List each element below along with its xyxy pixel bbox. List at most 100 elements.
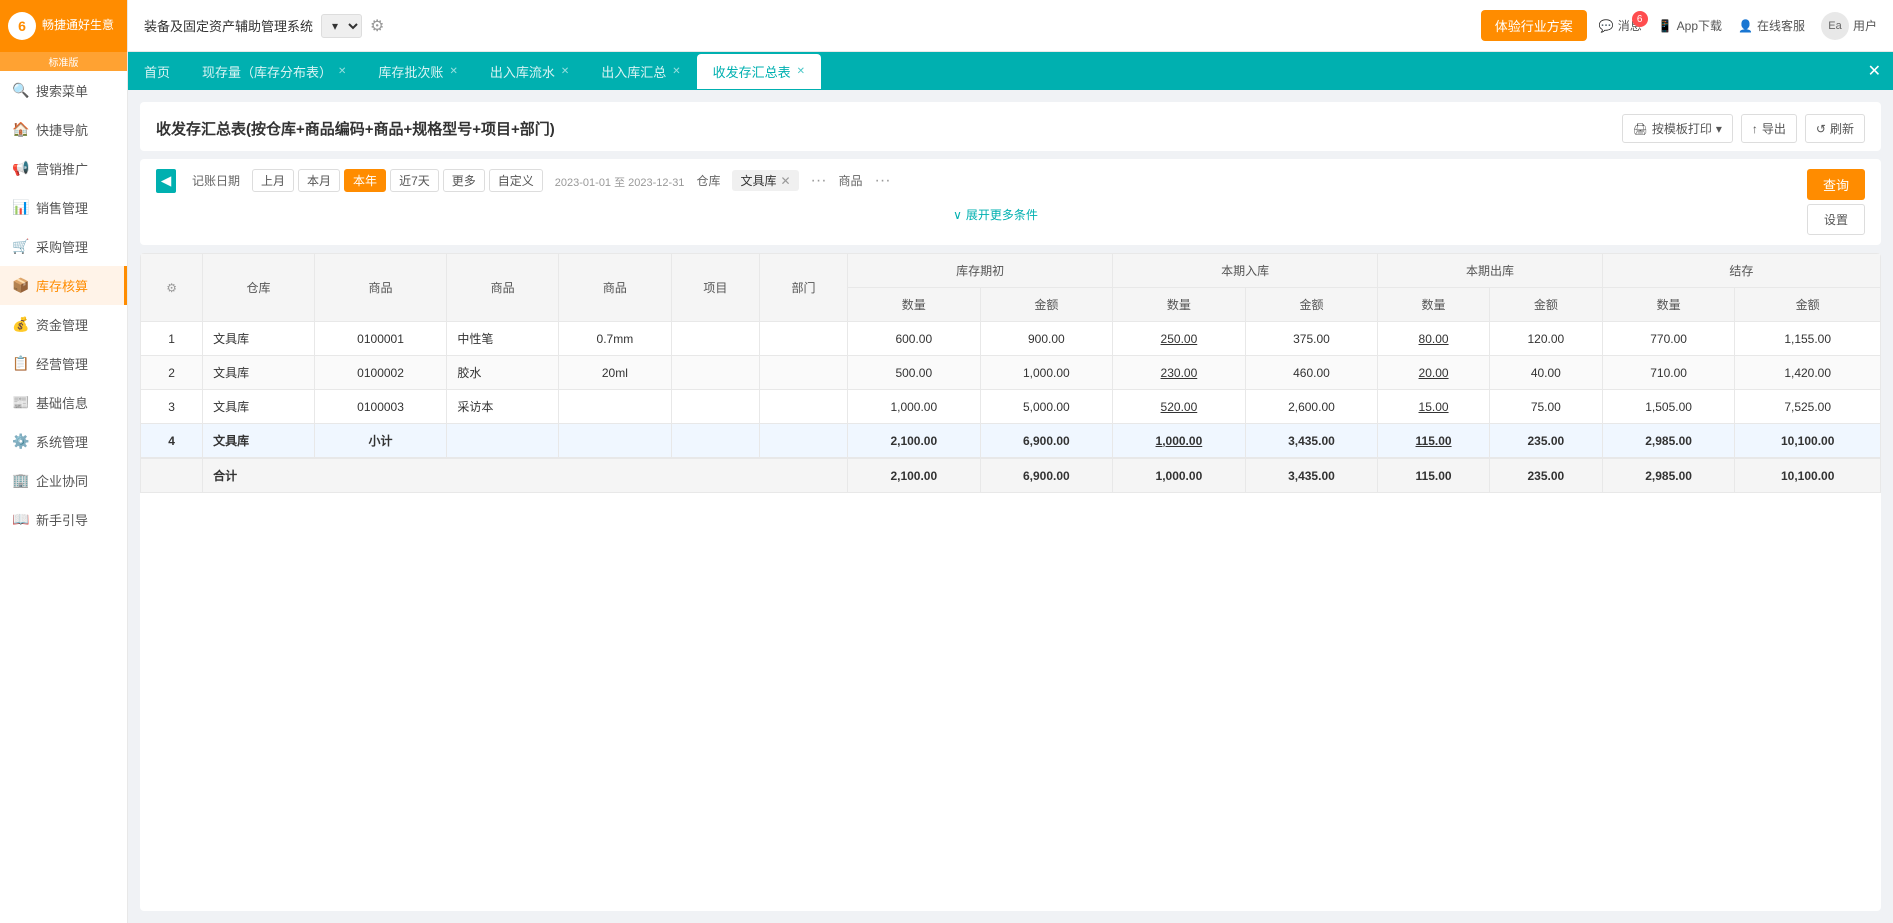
phone-icon: 📱 (1658, 19, 1673, 33)
page-header-area: 收发存汇总表(按仓库+商品编码+商品+规格型号+项目+部门) 🖨 按模板打印 ▾… (140, 102, 1881, 151)
row2-closing-qty: 710.00 (1602, 356, 1735, 390)
warehouse-filter-label: 仓库 (696, 172, 720, 189)
user-action[interactable]: Ea 用户 (1821, 12, 1877, 40)
subtotal-closing-amt: 10,100.00 (1735, 424, 1881, 459)
tab-inout-flow[interactable]: 出入库流水 ✕ (474, 54, 585, 89)
tabs-close-all[interactable]: ✕ (1856, 61, 1893, 81)
query-button[interactable]: 查询 (1807, 169, 1865, 200)
tab-inout-summary[interactable]: 出入库汇总 ✕ (585, 54, 696, 89)
online-service-action[interactable]: 👤 在线客服 (1738, 17, 1805, 34)
subtotal-in-qty-link[interactable]: 1,000.00 (1156, 434, 1203, 448)
row1-no: 1 (141, 322, 203, 356)
date-btn-more[interactable]: 更多 (443, 169, 485, 192)
sidebar-item-search[interactable]: 🔍 搜索菜单 (0, 71, 127, 110)
tab-inout-flow-close[interactable]: ✕ (561, 66, 569, 77)
system-title-area: 装备及固定资产辅助管理系统 ▾ ⚙ (144, 14, 1469, 38)
sidebar-item-basic[interactable]: 📰 基础信息 (0, 383, 127, 422)
export-button[interactable]: ↑ 导出 (1741, 114, 1797, 143)
row1-opening-qty: 600.00 (848, 322, 981, 356)
row1-out-qty[interactable]: 80.00 (1378, 322, 1490, 356)
sales-icon: 📊 (12, 199, 30, 216)
filter-collapse-button[interactable]: ◀ (156, 169, 176, 193)
home-icon: 🏠 (12, 121, 30, 138)
online-service-label: 在线客服 (1757, 17, 1805, 34)
date-range-text: 2023-01-01 至 2023-12-31 (555, 174, 685, 190)
warehouse-filter-more[interactable]: ··· (811, 172, 827, 190)
print-button[interactable]: 🖨 按模板打印 ▾ (1622, 114, 1733, 143)
row3-in-qty[interactable]: 520.00 (1113, 390, 1246, 424)
subtotal-in-qty[interactable]: 1,000.00 (1113, 424, 1246, 459)
sidebar-label-operations: 经营管理 (36, 354, 88, 373)
row3-in-qty-link[interactable]: 520.00 (1161, 400, 1198, 414)
row1-out-qty-link[interactable]: 80.00 (1419, 332, 1449, 346)
messages-action[interactable]: 💬 消息 6 (1599, 17, 1642, 34)
sidebar-item-quick-nav[interactable]: 🏠 快捷导航 (0, 110, 127, 149)
goods-filter-more[interactable]: ··· (875, 172, 891, 190)
sidebar-item-sales[interactable]: 📊 销售管理 (0, 188, 127, 227)
subtotal-empty4 (759, 424, 847, 459)
subtotal-out-qty[interactable]: 115.00 (1378, 424, 1490, 459)
settings-button[interactable]: 设置 (1807, 204, 1865, 235)
sidebar-label-finance: 资金管理 (36, 315, 88, 334)
row2-in-qty[interactable]: 230.00 (1113, 356, 1246, 390)
col-out-qty-header: 数量 (1378, 288, 1490, 322)
purchase-icon: 🛒 (12, 238, 30, 255)
subtotal-empty2 (558, 424, 671, 459)
row1-out-amt: 120.00 (1489, 322, 1602, 356)
row1-in-qty-link[interactable]: 250.00 (1161, 332, 1198, 346)
sidebar-item-system[interactable]: ⚙️ 系统管理 (0, 422, 127, 461)
row2-out-qty[interactable]: 20.00 (1378, 356, 1490, 390)
sidebar-label-system: 系统管理 (36, 432, 88, 451)
row3-opening-qty: 1,000.00 (848, 390, 981, 424)
app-download-action[interactable]: 📱 App下载 (1658, 17, 1722, 34)
expand-chevron-icon: ∨ (953, 208, 962, 222)
sidebar-item-marketing[interactable]: 📢 营销推广 (0, 149, 127, 188)
page-title: 收发存汇总表(按仓库+商品编码+商品+规格型号+项目+部门) (156, 118, 555, 139)
logo-text: 畅捷通好生意 (42, 18, 114, 34)
date-btn-7days[interactable]: 近7天 (390, 169, 439, 192)
subtotal-out-qty-link[interactable]: 115.00 (1416, 434, 1452, 448)
sidebar-item-purchase[interactable]: 🛒 采购管理 (0, 227, 127, 266)
tab-batch-account-close[interactable]: ✕ (449, 66, 457, 77)
row2-project (671, 356, 759, 390)
sidebar-item-operations[interactable]: 📋 经营管理 (0, 344, 127, 383)
row2-out-qty-link[interactable]: 20.00 (1419, 366, 1449, 380)
row1-in-qty[interactable]: 250.00 (1113, 322, 1246, 356)
system-dropdown[interactable]: ▾ (321, 14, 362, 38)
settings-gear-icon[interactable]: ⚙ (370, 16, 384, 36)
row2-in-qty-link[interactable]: 230.00 (1161, 366, 1198, 380)
sidebar-item-enterprise[interactable]: 🏢 企业协同 (0, 461, 127, 500)
refresh-button[interactable]: ↺ 刷新 (1805, 114, 1865, 143)
sidebar-item-inventory[interactable]: 📦 库存核算 (0, 266, 127, 305)
row3-out-qty[interactable]: 15.00 (1378, 390, 1490, 424)
tab-receive-summary-close[interactable]: ✕ (797, 66, 805, 77)
sidebar-item-finance[interactable]: 💰 资金管理 (0, 305, 127, 344)
filter-area: ◀ 记账日期 上月 本月 本年 近7天 更多 自定义 2023-01-01 至 … (140, 159, 1881, 245)
expand-more-btn[interactable]: ∨ 展开更多条件 (953, 206, 1038, 223)
date-btn-this-month[interactable]: 本月 (298, 169, 340, 192)
tab-inventory-dist[interactable]: 现存量（库存分布表） ✕ (186, 54, 362, 89)
subtotal-opening-amt: 6,900.00 (980, 424, 1113, 459)
tab-home-label: 首页 (144, 62, 170, 81)
warehouse-tag-remove[interactable]: ✕ (780, 174, 790, 188)
sidebar-label-search: 搜索菜单 (36, 81, 88, 100)
tab-inventory-dist-close[interactable]: ✕ (338, 66, 346, 77)
total-in-amt: 3,435.00 (1245, 458, 1378, 493)
row2-opening-qty: 500.00 (848, 356, 981, 390)
tab-inout-summary-close[interactable]: ✕ (672, 66, 680, 77)
date-btn-custom[interactable]: 自定义 (489, 169, 543, 192)
sidebar-item-guide[interactable]: 📖 新手引导 (0, 500, 127, 539)
tab-receive-summary[interactable]: 收发存汇总表 ✕ (697, 54, 821, 89)
inventory-icon: 📦 (12, 277, 30, 294)
total-out-amt: 235.00 (1489, 458, 1602, 493)
experience-button[interactable]: 体验行业方案 (1481, 10, 1587, 41)
table-settings-icon[interactable]: ⚙ (166, 281, 177, 295)
date-btn-this-year[interactable]: 本年 (344, 169, 386, 192)
tab-home[interactable]: 首页 (128, 54, 186, 89)
tab-batch-account[interactable]: 库存批次账 ✕ (362, 54, 473, 89)
col-in-group-header: 本期入库 (1113, 254, 1378, 288)
row3-out-qty-link[interactable]: 15.00 (1419, 400, 1449, 414)
row2-no: 2 (141, 356, 203, 390)
tab-batch-account-label: 库存批次账 (378, 62, 443, 81)
date-btn-last-month[interactable]: 上月 (252, 169, 294, 192)
